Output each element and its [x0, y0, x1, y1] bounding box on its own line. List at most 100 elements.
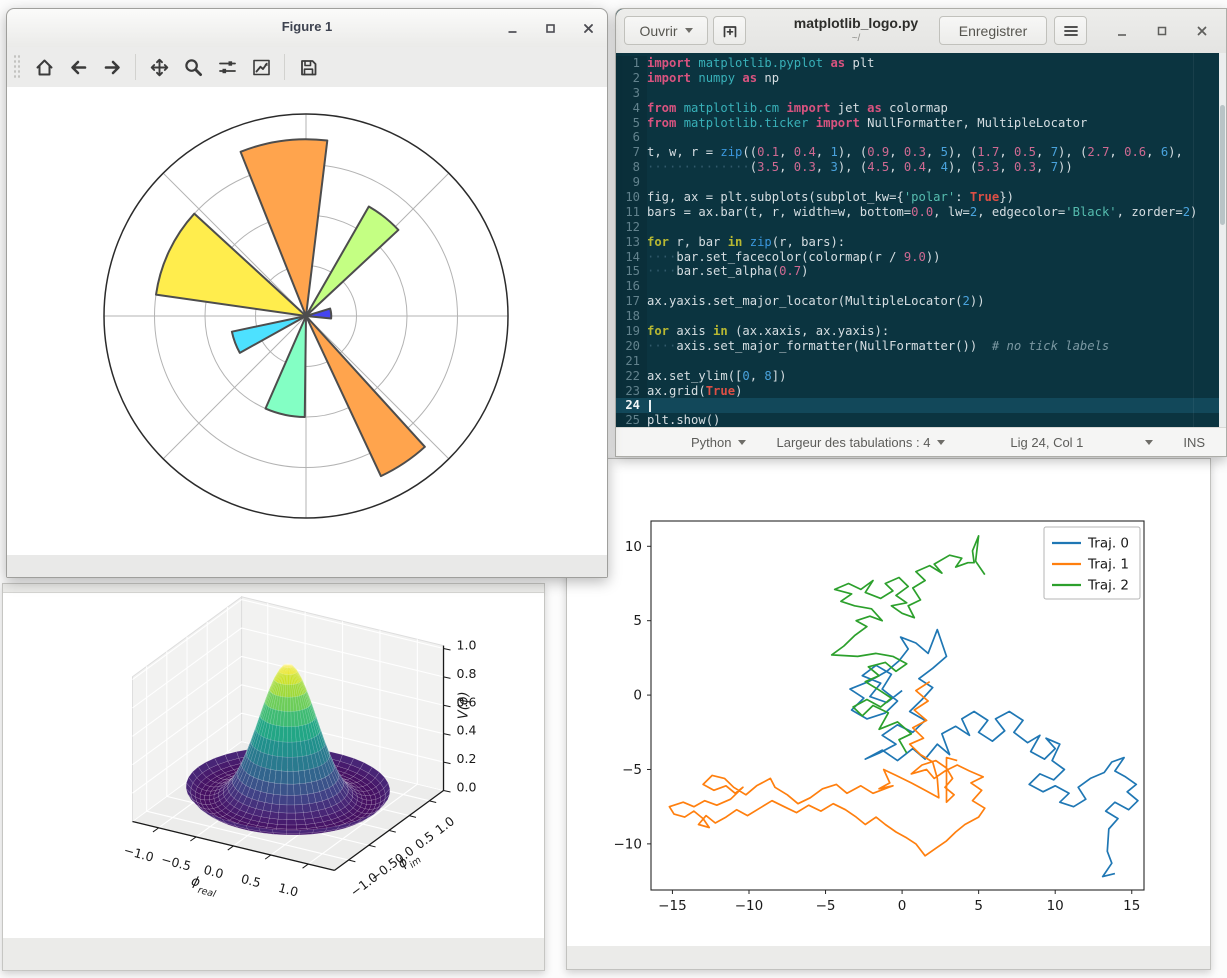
menu-button[interactable] — [1054, 16, 1087, 45]
axes-chart-icon — [251, 57, 272, 78]
back-button[interactable] — [63, 52, 93, 82]
close-icon — [582, 22, 595, 35]
toolbar-separator — [284, 54, 285, 80]
code-line: 7t, w, r = zip((0.1, 0.4, 1), (0.9, 0.3,… — [616, 145, 1226, 160]
forward-button[interactable] — [97, 52, 127, 82]
svg-text:1.0: 1.0 — [432, 813, 457, 837]
insert-mode-label: INS — [1183, 435, 1205, 450]
svg-text:−15: −15 — [658, 898, 687, 914]
svg-text:15: 15 — [1123, 898, 1140, 914]
svg-text:0.2: 0.2 — [457, 751, 477, 766]
tab-width-selector[interactable]: Largeur des tabulations : 4 — [776, 435, 945, 450]
svg-text:−5: −5 — [622, 762, 642, 778]
language-selector[interactable]: Python — [691, 435, 746, 450]
open-button[interactable]: Ouvrir — [624, 16, 708, 45]
code-line: 17ax.yaxis.set_major_locator(MultipleLoc… — [616, 294, 1226, 309]
code-line: 16 — [616, 279, 1226, 294]
svg-text:0: 0 — [898, 898, 907, 914]
gedit-title-area: matplotlib_logo.py ~/ — [786, 13, 926, 44]
figure1-bottom-strip — [7, 555, 607, 577]
chevron-down-icon — [1145, 440, 1153, 445]
svg-text:0.5: 0.5 — [412, 828, 437, 852]
polar-figure-canvas[interactable] — [7, 87, 607, 557]
surface-window-bottom-strip — [3, 938, 544, 970]
document-path: ~/ — [786, 33, 926, 44]
code-line: 3 — [616, 86, 1226, 101]
sliders-icon — [217, 57, 238, 78]
toolbar-grip-handle[interactable] — [13, 54, 21, 80]
svg-text:−10: −10 — [614, 836, 643, 852]
arrow-left-icon — [68, 57, 89, 78]
svg-text:1.0: 1.0 — [277, 880, 300, 900]
minimize-icon — [1115, 24, 1129, 38]
home-button[interactable] — [29, 52, 59, 82]
save-button-label: Enregistrer — [959, 23, 1027, 39]
code-line: 4from matplotlib.cm import jet as colorm… — [616, 101, 1226, 116]
chevron-down-icon — [937, 440, 945, 445]
cursor-position[interactable]: Lig 24, Col 1 — [1010, 435, 1083, 450]
minimize-icon — [506, 22, 519, 35]
svg-text:0.0: 0.0 — [202, 862, 225, 882]
svg-text:10: 10 — [625, 539, 642, 555]
code-line: 8··············(3.5, 0.3, 3), (4.5, 0.4,… — [616, 160, 1226, 175]
chevron-down-icon — [685, 28, 693, 33]
trajectory-plot-canvas[interactable]: −15−10−5051015−10−50510Traj. 0Traj. 1Tra… — [567, 459, 1210, 946]
zoom-button[interactable] — [178, 52, 208, 82]
code-line: 14····bar.set_facecolor(colormap(r / 9.0… — [616, 250, 1226, 265]
editor-scrollbar[interactable] — [1219, 53, 1226, 430]
surface-3d-canvas[interactable]: −1.0−0.50.00.51.0−1.0−0.50.00.51.00.00.2… — [3, 592, 544, 937]
code-lines: 1import matplotlib.pyplot as plt2import … — [616, 56, 1226, 428]
code-line: 9 — [616, 175, 1226, 190]
svg-text:−0.5: −0.5 — [160, 851, 193, 873]
svg-text:−1.0: −1.0 — [122, 842, 155, 864]
code-editor-area[interactable]: 1import matplotlib.pyplot as plt2import … — [616, 53, 1226, 433]
svg-text:Traj. 2: Traj. 2 — [1087, 578, 1129, 594]
gedit-headerbar: Ouvrir matplotlib_logo.py ~/ Enregistrer — [616, 9, 1226, 54]
svg-text:5: 5 — [633, 613, 642, 629]
svg-text:0: 0 — [633, 688, 642, 704]
svg-text:V(ϕ): V(ϕ) — [457, 691, 472, 719]
figure1-titlebar[interactable]: Figure 1 — [7, 9, 607, 48]
open-button-label: Ouvrir — [639, 23, 677, 39]
svg-text:Traj. 0: Traj. 0 — [1087, 536, 1129, 552]
pan-move-icon — [149, 57, 170, 78]
edit-parameters-button[interactable] — [246, 52, 276, 82]
svg-text:−10: −10 — [735, 898, 764, 914]
legend: Traj. 0Traj. 1Traj. 2 — [1044, 527, 1140, 599]
document-title: matplotlib_logo.py — [786, 13, 926, 33]
code-line: 23ax.grid(True) — [616, 384, 1226, 399]
editor-scrollbar-thumb[interactable] — [1220, 105, 1225, 225]
save-figure-button[interactable] — [293, 52, 323, 82]
figure1-close-button[interactable] — [579, 20, 597, 36]
new-document-button[interactable] — [713, 16, 746, 45]
trajectory-window-bottom-strip — [567, 946, 1210, 969]
home-icon — [34, 57, 55, 78]
gedit-minimize-button[interactable] — [1113, 23, 1131, 39]
right-margin-indicator — [1193, 53, 1194, 430]
chevron-down-icon — [738, 440, 746, 445]
save-button[interactable]: Enregistrer — [939, 16, 1047, 45]
svg-text:10: 10 — [1047, 898, 1064, 914]
magnifier-icon — [183, 57, 204, 78]
code-line: 21 — [616, 354, 1226, 369]
figure1-window: Figure 1 — [6, 8, 608, 578]
cursor-position-label: Lig 24, Col 1 — [1010, 435, 1083, 450]
surface-figure-window: −1.0−0.50.00.51.0−1.0−0.50.00.51.00.00.2… — [2, 583, 545, 971]
trajectory-figure-window: −15−10−5051015−10−50510Traj. 0Traj. 1Tra… — [566, 458, 1211, 970]
gedit-maximize-button[interactable] — [1153, 23, 1171, 39]
svg-text:5: 5 — [974, 898, 983, 914]
code-line: 22ax.set_ylim([0, 8]) — [616, 369, 1226, 384]
polar-bar-chart — [7, 87, 607, 557]
gedit-close-button[interactable] — [1193, 23, 1211, 39]
insert-mode[interactable]: INS — [1183, 435, 1205, 450]
figure1-minimize-button[interactable] — [503, 20, 521, 36]
pan-button[interactable] — [144, 52, 174, 82]
code-line: 20····axis.set_major_formatter(NullForma… — [616, 339, 1226, 354]
statusbar-dropdown[interactable] — [1138, 440, 1153, 445]
configure-subplots-button[interactable] — [212, 52, 242, 82]
figure1-maximize-button[interactable] — [541, 20, 559, 36]
gedit-statusbar: Python Largeur des tabulations : 4 Lig 2… — [616, 427, 1226, 456]
svg-text:0.8: 0.8 — [457, 666, 477, 681]
code-line: 15····bar.set_alpha(0.7) — [616, 264, 1226, 279]
svg-text:0.5: 0.5 — [239, 871, 262, 891]
